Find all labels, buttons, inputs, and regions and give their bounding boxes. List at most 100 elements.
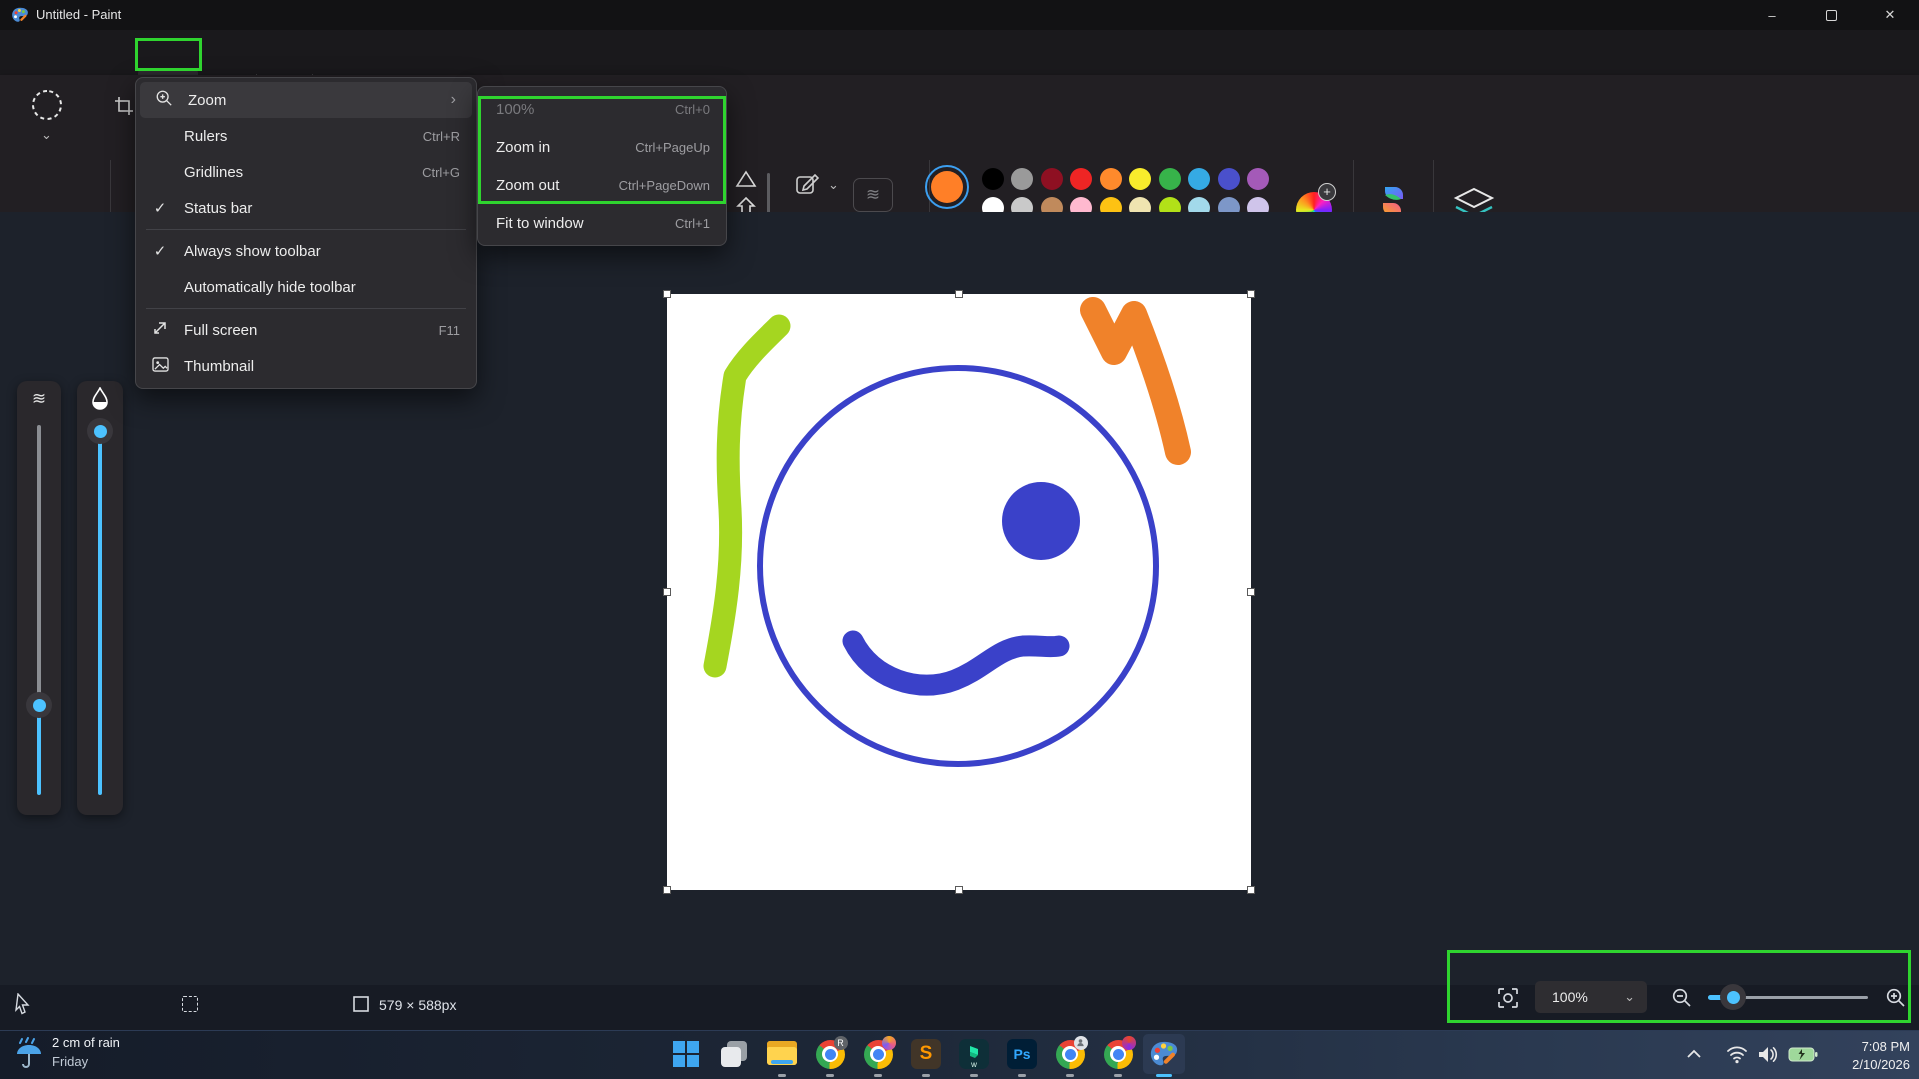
menu-item-shortcut: Ctrl+1: [674, 215, 710, 231]
chrome-badge-button[interactable]: [857, 1034, 899, 1074]
check-icon: ✓: [153, 200, 167, 217]
resize-handle-e[interactable]: [1247, 588, 1255, 596]
submenu-item-100[interactable]: 100% Ctrl+0: [478, 90, 726, 128]
windows-logo-icon: [673, 1041, 699, 1067]
palette-swatch[interactable]: [1041, 168, 1063, 190]
palette-swatch[interactable]: [1247, 168, 1269, 190]
menu-item-thumbnail[interactable]: Thumbnail: [136, 348, 476, 384]
full-screen-icon: [136, 320, 184, 340]
filmora-button[interactable]: w: [953, 1034, 995, 1074]
zoom-level-dropdown[interactable]: 100% ⌄: [1535, 981, 1647, 1013]
resize-handle-nw[interactable]: [663, 290, 671, 298]
minimize-button[interactable]: –: [1749, 0, 1795, 30]
chrome-r-button[interactable]: R: [809, 1034, 851, 1074]
palette-swatch[interactable]: [1129, 168, 1151, 190]
check-icon: ✓: [153, 243, 167, 260]
zoom-dropdown-chevron: ⌄: [1624, 989, 1635, 1004]
fit-to-screen-button[interactable]: [1496, 986, 1520, 1010]
opacity-droplet-icon: [92, 387, 108, 410]
submenu-item-zoom-out[interactable]: Zoom out Ctrl+PageDown: [478, 166, 726, 204]
add-color-icon: +: [1318, 183, 1336, 201]
resize-handle-w[interactable]: [663, 588, 671, 596]
menu-item-rulers[interactable]: Rulers Ctrl+R: [136, 118, 476, 154]
resize-handle-s[interactable]: [955, 886, 963, 894]
resize-handle-ne[interactable]: [1247, 290, 1255, 298]
green-stroke: [703, 314, 791, 678]
brushes-tool-icon[interactable]: ≋: [853, 178, 893, 212]
wifi-icon[interactable]: [1726, 1044, 1748, 1064]
zoom-magnifier-icon: [140, 89, 188, 111]
palette-swatch[interactable]: [1070, 168, 1092, 190]
photoshop-button[interactable]: Ps: [1001, 1034, 1043, 1074]
palette-swatch[interactable]: [1011, 168, 1033, 190]
resize-handle-se[interactable]: [1247, 886, 1255, 894]
view-menu: Zoom › Rulers Ctrl+R Gridlines Ctrl+G ✓ …: [135, 77, 477, 389]
menu-item-zoom[interactable]: Zoom ›: [140, 82, 472, 118]
weather-amount[interactable]: 2 cm of rain: [52, 1035, 120, 1050]
task-view-button[interactable]: [713, 1034, 755, 1074]
weather-icon[interactable]: [14, 1037, 44, 1071]
submenu-arrow-icon: ›: [450, 91, 456, 108]
menu-item-label: 100%: [496, 100, 535, 118]
menu-item-status-bar[interactable]: ✓ Status bar: [136, 190, 476, 226]
resize-handle-sw[interactable]: [663, 886, 671, 894]
thickness-track-lower[interactable]: [37, 705, 41, 795]
tray-date: 2/10/2026: [1852, 1057, 1910, 1072]
crop-tool-icon[interactable]: [113, 95, 135, 117]
palette-swatch[interactable]: [982, 168, 1004, 190]
close-button[interactable]: ✕: [1867, 0, 1913, 30]
palette-swatch[interactable]: [1218, 168, 1240, 190]
menu-separator: [146, 229, 466, 230]
selection-size-icon: [182, 996, 198, 1012]
selection-dropdown-chevron[interactable]: ⌄: [41, 127, 52, 143]
thickness-slider-thumb[interactable]: [26, 692, 52, 718]
running-indicator: [1114, 1074, 1122, 1077]
maximize-button[interactable]: [1808, 0, 1854, 30]
palette-swatch[interactable]: [1188, 168, 1210, 190]
menu-item-auto-hide-toolbar[interactable]: Automatically hide toolbar: [136, 269, 476, 305]
running-indicator: [874, 1074, 882, 1077]
weather-day[interactable]: Friday: [52, 1054, 88, 1069]
cursor-position-icon: [15, 993, 30, 1015]
running-indicator: [1066, 1074, 1074, 1077]
start-button[interactable]: [665, 1034, 707, 1074]
menubar: File Edit View ↶ ↷ ⚙: [0, 30, 1919, 101]
drawing-canvas[interactable]: [667, 294, 1251, 890]
filmora-icon: w: [959, 1039, 989, 1069]
thumbnail-icon: [136, 356, 184, 376]
menu-item-always-show-toolbar[interactable]: ✓ Always show toolbar: [136, 233, 476, 269]
submenu-item-fit-to-window[interactable]: Fit to window Ctrl+1: [478, 204, 726, 242]
palette-swatch[interactable]: [1100, 168, 1122, 190]
paint-icon: [1150, 1041, 1178, 1066]
paint-taskbar-button[interactable]: [1143, 1034, 1185, 1074]
zoom-in-button[interactable]: [1885, 987, 1907, 1009]
selection-tool-icon[interactable]: [28, 87, 66, 125]
menu-item-full-screen[interactable]: Full screen F11: [136, 312, 476, 348]
pencil-tool-icon[interactable]: [795, 172, 821, 198]
running-indicator: [970, 1074, 978, 1077]
menu-item-shortcut: Ctrl+G: [422, 164, 460, 180]
menu-item-label: Automatically hide toolbar: [184, 278, 356, 296]
menu-item-label: Status bar: [184, 199, 253, 217]
sublime-text-button[interactable]: S: [905, 1034, 947, 1074]
zoom-out-button[interactable]: [1671, 987, 1693, 1009]
pencil-dropdown-chevron[interactable]: ⌄: [828, 177, 839, 193]
menu-item-gridlines[interactable]: Gridlines Ctrl+G: [136, 154, 476, 190]
opacity-slider-thumb[interactable]: [87, 418, 113, 444]
submenu-item-zoom-in[interactable]: Zoom in Ctrl+PageUp: [478, 128, 726, 166]
resize-handle-n[interactable]: [955, 290, 963, 298]
shape-triangle-icon[interactable]: [735, 170, 757, 188]
menu-item-shortcut: F11: [438, 322, 460, 338]
palette-swatch[interactable]: [1159, 168, 1181, 190]
tray-clock[interactable]: 7:08 PM 2/10/2026: [1800, 1038, 1910, 1074]
foreground-color-swatch[interactable]: [931, 171, 963, 203]
titlebar: Untitled - Paint – ✕: [0, 0, 1919, 30]
thickness-track-upper[interactable]: [37, 425, 41, 705]
opacity-track-lower[interactable]: [98, 431, 102, 795]
speaker-icon[interactable]: [1757, 1045, 1779, 1064]
file-explorer-button[interactable]: [761, 1034, 803, 1074]
tray-expand-chevron[interactable]: [1686, 1048, 1702, 1060]
zoom-slider-thumb[interactable]: [1720, 984, 1746, 1010]
chrome-person-button[interactable]: [1049, 1034, 1091, 1074]
chrome-flame-button[interactable]: [1097, 1034, 1139, 1074]
